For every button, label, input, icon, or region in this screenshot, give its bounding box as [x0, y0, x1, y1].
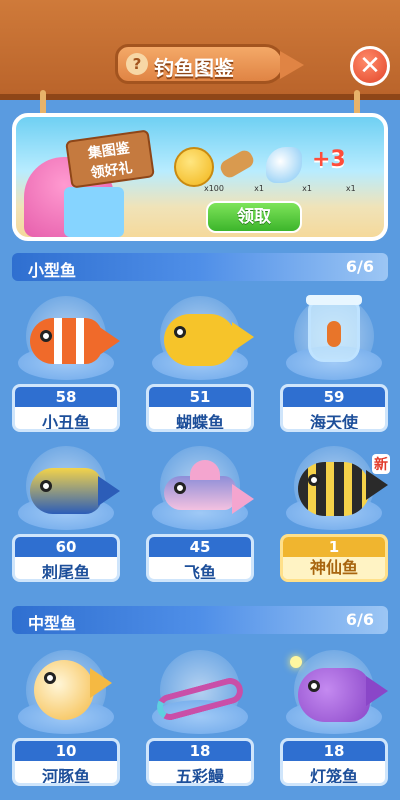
reward-plus-three: +3 x1 — [312, 147, 356, 193]
fish-count: 60 — [15, 537, 117, 557]
fish-card: 60 刺尾鱼 — [12, 534, 120, 582]
fish-name: 神仙鱼 — [283, 557, 385, 579]
fish-name: 飞鱼 — [183, 563, 216, 582]
fish-name: 小丑鱼 — [41, 413, 90, 432]
gold-coin-icon — [174, 147, 214, 187]
eye — [44, 672, 56, 684]
fish-card: 59 海天使 — [280, 384, 388, 432]
reward-count: x1 — [254, 184, 264, 193]
fish-slot-sea-angel[interactable]: 59 海天使 — [280, 295, 388, 432]
fish-card: 51 蝴蝶鱼 — [146, 384, 254, 432]
fish-card: 1 神仙鱼 — [280, 534, 388, 582]
close-button[interactable]: ✕ — [350, 46, 390, 86]
section-count: 6/6 — [345, 257, 374, 276]
fish-slot-anglerfish[interactable]: 18 灯笼鱼 — [280, 650, 388, 786]
stripe — [54, 318, 62, 364]
fish-name: 海天使 — [309, 413, 358, 432]
flying-fish-icon — [164, 460, 254, 514]
title-plank: ? 钓鱼图鉴 — [115, 44, 304, 84]
fish-card: 18 五彩鳗 — [146, 738, 254, 786]
pufferfish-icon — [34, 660, 112, 720]
fish-count: 10 — [15, 741, 117, 761]
fish-count: 18 — [149, 741, 251, 761]
section-count: 6/6 — [345, 610, 374, 629]
fish-slot-flying-fish[interactable]: 45 飞鱼 — [146, 446, 254, 582]
fish-slot-rainbow-eel[interactable]: 18 五彩鳗 — [146, 650, 254, 786]
eye — [40, 480, 52, 492]
tail — [366, 470, 388, 500]
reward-gold-coin: x100 — [174, 147, 224, 193]
fish-name: 五彩鳗 — [175, 767, 224, 786]
claim-button[interactable]: 领取 — [206, 201, 302, 233]
fish-card: 58 小丑鱼 — [12, 384, 120, 432]
eye — [174, 326, 186, 338]
fish-slot-butterflyfish[interactable]: 51 蝴蝶鱼 — [146, 296, 254, 432]
eye — [174, 482, 186, 494]
fish-tail-decoration — [280, 51, 304, 79]
fish-count: 59 — [283, 387, 385, 407]
stripe — [76, 318, 84, 364]
section-header-small-fish: 小型鱼 6/6 — [12, 253, 388, 281]
fish-card: 10 河豚鱼 — [12, 738, 120, 786]
fish-lure-icon — [266, 147, 302, 183]
plus-three-icon: +3 — [312, 147, 346, 172]
section-header-medium-fish: 中型鱼 6/6 — [12, 606, 388, 634]
surgeonfish-icon — [30, 468, 120, 514]
tail — [232, 484, 254, 514]
tail — [366, 676, 388, 706]
clownfish-icon — [30, 318, 120, 364]
fish-slot-clownfish[interactable]: 58 小丑鱼 — [12, 296, 120, 432]
fish-slot-pufferfish[interactable]: 10 河豚鱼 — [12, 650, 120, 786]
fish-count: 1 — [283, 537, 385, 557]
fish-count: 45 — [149, 537, 251, 557]
fish-slot-angelfish[interactable]: 新 1 神仙鱼 — [280, 446, 390, 582]
sea-angel-body — [327, 321, 341, 347]
collect-reward-sign: 集图鉴 领好礼 — [65, 129, 155, 189]
reward-fish-lure: x1 — [266, 147, 312, 193]
fish-card: 18 灯笼鱼 — [280, 738, 388, 786]
lantern-light — [290, 656, 302, 668]
tail — [90, 668, 112, 698]
fish-count: 18 — [283, 741, 385, 761]
fish-name: 蝴蝶鱼 — [175, 413, 224, 432]
reward-count: x1 — [302, 184, 312, 193]
fish-slot-surgeonfish[interactable]: 60 刺尾鱼 — [12, 446, 120, 582]
tail — [232, 322, 254, 352]
page-title: 钓鱼图鉴 — [154, 56, 234, 80]
cooler-box-icon — [64, 187, 124, 237]
angelfish-icon — [298, 462, 388, 516]
fish-name: 河豚鱼 — [41, 767, 90, 786]
butterflyfish-icon — [164, 314, 254, 366]
hammer-icon — [217, 147, 257, 181]
reward-count: x1 — [345, 184, 356, 193]
tail — [98, 476, 120, 506]
fish-name: 灯笼鱼 — [309, 767, 358, 786]
fish-count: 58 — [15, 387, 117, 407]
collection-reward-banner: 集图鉴 领好礼 x100 x1 x1 +3 x1 领取 — [12, 113, 388, 241]
section-title: 小型鱼 — [28, 261, 77, 280]
eye — [40, 330, 52, 342]
fish-card: 45 飞鱼 — [146, 534, 254, 582]
tail — [98, 326, 120, 356]
new-badge: 新 — [372, 454, 390, 474]
eye — [308, 680, 320, 692]
fish-count: 51 — [149, 387, 251, 407]
anglerfish-icon — [298, 668, 388, 722]
help-button[interactable]: ? — [126, 53, 148, 75]
fish-name: 刺尾鱼 — [41, 563, 90, 582]
section-title: 中型鱼 — [28, 614, 77, 633]
top-bar: ? 钓鱼图鉴 ✕ — [0, 0, 400, 100]
sea-angel-jar-icon — [306, 295, 362, 362]
reward-hammer: x1 — [217, 147, 264, 193]
eye — [308, 474, 320, 486]
